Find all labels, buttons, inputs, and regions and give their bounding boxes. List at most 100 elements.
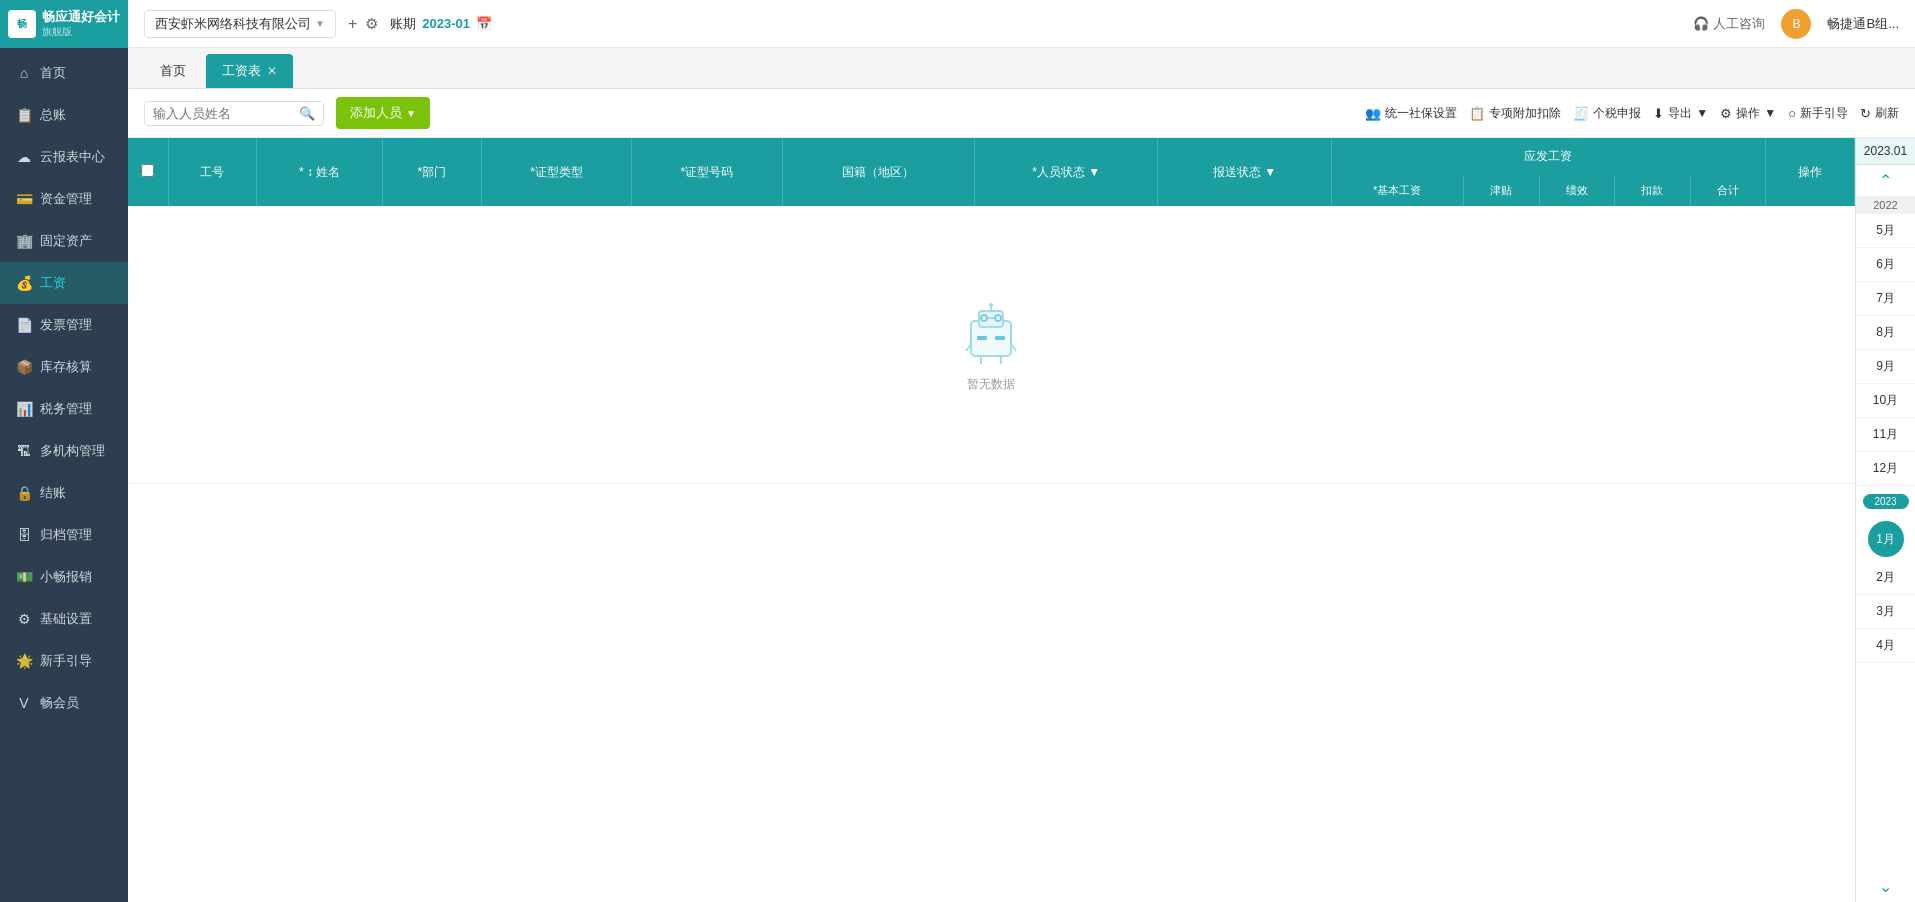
tab-home[interactable]: 首页 <box>144 54 202 88</box>
sidebar-label-archive: 归档管理 <box>40 526 92 544</box>
search-input[interactable] <box>153 106 293 121</box>
refresh-label: 刷新 <box>1875 105 1899 122</box>
month-item-2022-5[interactable]: 5月 <box>1856 214 1915 248</box>
header-status: *人员状态 ▼ <box>974 138 1157 206</box>
guide-label: 新手引导 <box>1800 105 1848 122</box>
month-item-2023-2[interactable]: 2月 <box>1856 561 1915 595</box>
operations-label: 操作 <box>1736 105 1760 122</box>
sidebar-item-fund[interactable]: 💳 资金管理 <box>0 178 128 220</box>
help-button[interactable]: 🎧 人工咨询 <box>1693 15 1765 33</box>
sidebar-item-close[interactable]: 🔒 结账 <box>0 472 128 514</box>
month-item-2022-10[interactable]: 10月 <box>1856 384 1915 418</box>
special-label: 专项附加扣除 <box>1489 105 1561 122</box>
sidebar-label-ledger: 总账 <box>40 106 66 124</box>
svg-rect-8 <box>995 336 1005 340</box>
sidebar-item-inventory[interactable]: 📦 库存核算 <box>0 346 128 388</box>
sidebar-item-asset[interactable]: 🏢 固定资产 <box>0 220 128 262</box>
month-item-2022-12[interactable]: 12月 <box>1856 452 1915 486</box>
sidebar-icon-cloud-report: ☁ <box>16 149 32 165</box>
sidebar: 畅 畅应通好会计 旗舰版 ⌂ 首页 📋 总账 ☁ 云报表中心 💳 资金管理 🏢 … <box>0 0 128 902</box>
sidebar-icon-home: ⌂ <box>16 65 32 81</box>
month-item-2023-4[interactable]: 4月 <box>1856 629 1915 663</box>
topbar: 西安虾米网络科技有限公司 ▼ + ⚙ 账期 2023-01 📅 🎧 人工咨询 B… <box>128 0 1915 48</box>
sidebar-item-settings[interactable]: ⚙ 基础设置 <box>0 598 128 640</box>
sidebar-item-home[interactable]: ⌂ 首页 <box>0 52 128 94</box>
sidebar-icon-fund: 💳 <box>16 191 32 207</box>
company-selector[interactable]: 西安虾米网络科技有限公司 ▼ <box>144 10 336 38</box>
tab-salary-close[interactable]: ✕ <box>267 64 277 78</box>
add-person-button[interactable]: 添加人员 ▼ <box>336 97 430 129</box>
header-dept: *部门 <box>383 138 482 206</box>
month-nav-up[interactable]: ⌃ <box>1856 165 1915 196</box>
svg-rect-1 <box>979 311 1003 327</box>
topbar-actions: + ⚙ <box>348 15 378 33</box>
month-nav-down[interactable]: ⌄ <box>1856 871 1915 902</box>
personal-tax-action[interactable]: 🧾 个税申报 <box>1573 105 1641 122</box>
month-item-2022-9[interactable]: 9月 <box>1856 350 1915 384</box>
header-total: 合计 <box>1690 175 1766 206</box>
header-checkbox[interactable] <box>128 138 168 206</box>
social-settings-action[interactable]: 👥 统一社保设置 <box>1365 105 1457 122</box>
sidebar-icon-multi-org: 🏗 <box>16 443 32 459</box>
export-action[interactable]: ⬇ 导出 ▼ <box>1653 105 1708 122</box>
sidebar-item-ledger[interactable]: 📋 总账 <box>0 94 128 136</box>
export-arrow: ▼ <box>1696 106 1708 120</box>
month-item-2022-8[interactable]: 8月 <box>1856 316 1915 350</box>
sidebar-icon-guide: 🌟 <box>16 653 32 669</box>
add-company-icon[interactable]: + <box>348 15 357 33</box>
empty-icon <box>951 296 1031 376</box>
operations-icon: ⚙ <box>1720 106 1732 121</box>
sidebar-icon-tax: 📊 <box>16 401 32 417</box>
sidebar-icon-expense: 💵 <box>16 569 32 585</box>
sidebar-item-salary[interactable]: 💰 工资 <box>0 262 128 304</box>
empty-state: 暂无数据 <box>136 216 1847 473</box>
refresh-action[interactable]: ↻ 刷新 <box>1860 105 1899 122</box>
month-item-2022-11[interactable]: 11月 <box>1856 418 1915 452</box>
sidebar-icon-archive: 🗄 <box>16 527 32 543</box>
year-2023-container: 2023 <box>1856 486 1915 517</box>
sidebar-icon-salary: 💰 <box>16 275 32 291</box>
sidebar-label-home: 首页 <box>40 64 66 82</box>
sidebar-item-guide[interactable]: 🌟 新手引导 <box>0 640 128 682</box>
month-item-2022-7[interactable]: 7月 <box>1856 282 1915 316</box>
period-label: 账期 <box>390 15 416 33</box>
month-2023-1-container: 1月 <box>1856 519 1915 559</box>
toolbar-right-actions: 👥 统一社保设置 📋 专项附加扣除 🧾 个税申报 ⬇ 导出 ▼ ⚙ 操作 ▼ <box>1365 105 1899 122</box>
add-person-label: 添加人员 <box>350 104 402 122</box>
tab-home-label: 首页 <box>160 62 186 80</box>
sidebar-label-member: 畅会员 <box>40 694 79 712</box>
sidebar-item-multi-org[interactable]: 🏗 多机构管理 <box>0 430 128 472</box>
header-number: 工号 <box>168 138 257 206</box>
search-box: 🔍 <box>144 101 324 126</box>
user-avatar[interactable]: B <box>1781 9 1811 39</box>
sidebar-item-member[interactable]: V 畅会员 <box>0 682 128 724</box>
select-all-checkbox[interactable] <box>141 164 154 177</box>
sidebar-item-tax[interactable]: 📊 税务管理 <box>0 388 128 430</box>
settings-icon[interactable]: ⚙ <box>365 15 378 33</box>
month-item-2023-1[interactable]: 1月 <box>1868 521 1904 557</box>
table-header-row1: 工号 * ↕ 姓名 *部门 *证型类型 *证型号码 国籍（地区） *人员状态 ▼… <box>128 138 1855 175</box>
svg-point-3 <box>989 303 993 307</box>
header-performance: 绩效 <box>1539 175 1615 206</box>
header-report-status: 报送状态 ▼ <box>1158 138 1331 206</box>
month-item-2023-3[interactable]: 3月 <box>1856 595 1915 629</box>
headset-icon: 🎧 <box>1693 16 1709 31</box>
operations-action[interactable]: ⚙ 操作 ▼ <box>1720 105 1776 122</box>
sidebar-label-guide: 新手引导 <box>40 652 92 670</box>
sidebar-item-archive[interactable]: 🗄 归档管理 <box>0 514 128 556</box>
sidebar-item-expense[interactable]: 💵 小畅报销 <box>0 556 128 598</box>
user-name[interactable]: 畅捷通B组... <box>1827 15 1899 33</box>
sidebar-item-invoice[interactable]: 📄 发票管理 <box>0 304 128 346</box>
social-label: 统一社保设置 <box>1385 105 1457 122</box>
sidebar-label-close: 结账 <box>40 484 66 502</box>
empty-cell: 暂无数据 <box>128 206 1855 484</box>
header-allowance: 津贴 <box>1463 175 1539 206</box>
sidebar-item-cloud-report[interactable]: ☁ 云报表中心 <box>0 136 128 178</box>
header-deduction: 扣款 <box>1615 175 1691 206</box>
period-calendar-icon[interactable]: 📅 <box>476 16 492 31</box>
tab-salary-table[interactable]: 工资表 ✕ <box>206 54 293 88</box>
special-deduct-action[interactable]: 📋 专项附加扣除 <box>1469 105 1561 122</box>
month-item-2022-6[interactable]: 6月 <box>1856 248 1915 282</box>
guide-action[interactable]: ○ 新手引导 <box>1788 105 1848 122</box>
sidebar-label-inventory: 库存核算 <box>40 358 92 376</box>
